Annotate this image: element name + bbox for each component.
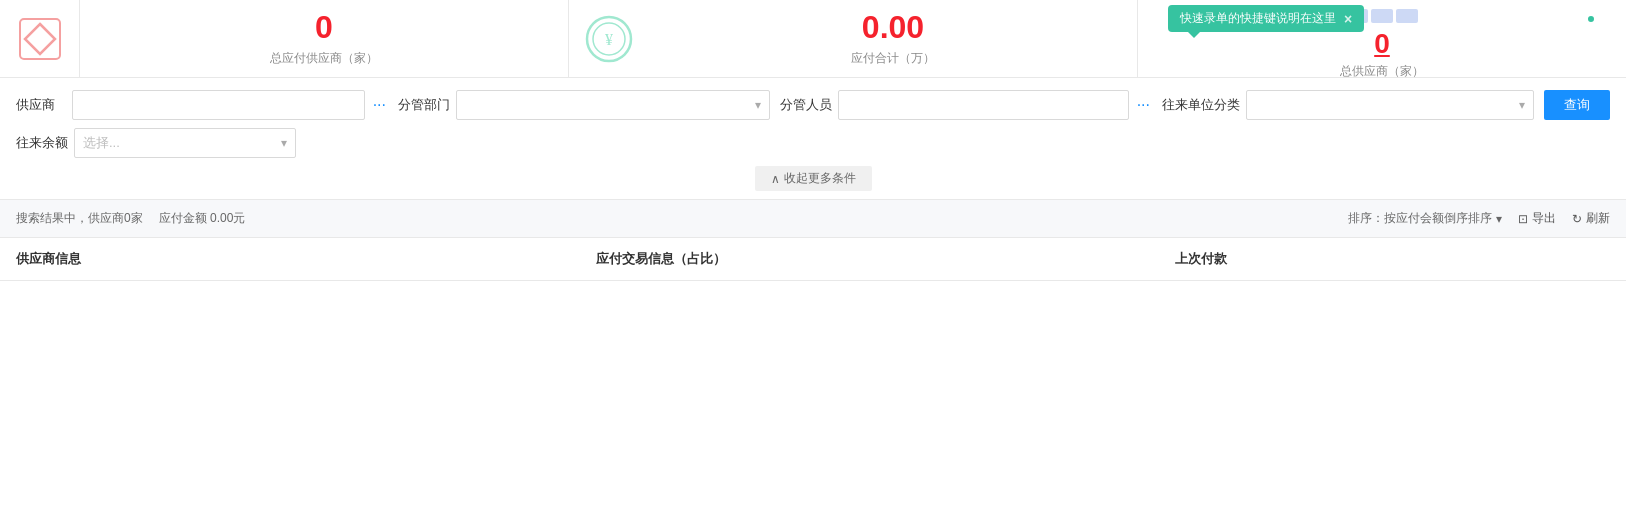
coin-separator: ¥ — [569, 0, 649, 77]
category-label: 往来单位分类 — [1162, 96, 1240, 114]
stats-bar: 0 总应付供应商（家） ¥ 0.00 应付合计（万） 快速录单的快捷键说明在这里… — [0, 0, 1626, 78]
stat-box-2 — [1371, 9, 1393, 23]
balance-select[interactable]: 选择... ▾ — [74, 128, 296, 158]
table-body — [0, 281, 1626, 515]
tooltip-text: 快速录单的快捷键说明在这里 — [1180, 10, 1336, 27]
refresh-button[interactable]: ↻ 刷新 — [1572, 210, 1610, 227]
refresh-label: 刷新 — [1586, 210, 1610, 227]
balance-placeholder: 选择... — [83, 134, 120, 152]
stat-suppliers-label: 总供应商（家） — [1340, 63, 1424, 80]
diamond-logo-icon — [15, 14, 65, 64]
department-chevron-icon: ▾ — [755, 98, 761, 112]
result-summary: 搜索结果中，供应商0家 — [16, 210, 143, 227]
filter-department: 分管部门 ▾ — [398, 90, 770, 120]
svg-marker-1 — [25, 24, 55, 54]
collapse-row: ∧ 收起更多条件 — [16, 166, 1610, 191]
supplier-dots-button[interactable]: ··· — [371, 96, 388, 114]
tooltip-popup: 快速录单的快捷键说明在这里 × — [1168, 5, 1364, 32]
filter-bar: 供应商 ··· 分管部门 ▾ 分管人员 ··· 往来单位分类 ▾ — [0, 78, 1626, 200]
manager-label: 分管人员 — [780, 96, 832, 114]
export-button[interactable]: ⊡ 导出 — [1518, 210, 1556, 227]
filter-row-2: 往来余额 选择... ▾ — [16, 128, 1610, 158]
col-supplier-header: 供应商信息 — [16, 250, 596, 268]
sort-select[interactable]: 排序：按应付会额倒序排序 ▾ — [1348, 210, 1502, 227]
sort-chevron-icon: ▾ — [1496, 212, 1502, 226]
supplier-input[interactable] — [72, 90, 365, 120]
col-payment-header: 上次付款 — [1175, 250, 1610, 268]
table-header: 供应商信息 应付交易信息（占比） 上次付款 — [0, 238, 1626, 281]
stat-payable-label: 总应付供应商（家） — [270, 50, 378, 67]
stat-payable-number: 0 — [315, 10, 333, 45]
manager-dots-button[interactable]: ··· — [1135, 96, 1152, 114]
svg-text:¥: ¥ — [605, 31, 613, 48]
result-amount: 应付金额 0.00元 — [159, 210, 246, 227]
filter-category: 往来单位分类 ▾ — [1162, 90, 1534, 120]
filter-balance: 往来余额 选择... ▾ — [16, 128, 296, 158]
logo-area — [0, 0, 80, 77]
stat-suppliers-number: 0 — [1374, 29, 1390, 60]
result-bar: 搜索结果中，供应商0家 应付金额 0.00元 排序：按应付会额倒序排序 ▾ ⊡ … — [0, 200, 1626, 238]
stat-payable-total: 0.00 应付合计（万） — [649, 0, 1138, 77]
result-actions: 排序：按应付会额倒序排序 ▾ ⊡ 导出 ↻ 刷新 — [1348, 210, 1610, 227]
stat-total-number: 0.00 — [862, 10, 924, 45]
supplier-label: 供应商 — [16, 96, 66, 114]
collapse-label: 收起更多条件 — [784, 170, 856, 187]
tooltip-dot — [1586, 14, 1596, 24]
stat-total-label: 应付合计（万） — [851, 50, 935, 67]
stat-total-payable-suppliers: 0 总应付供应商（家） — [80, 0, 569, 77]
collapse-icon: ∧ — [771, 172, 780, 186]
filter-row-1: 供应商 ··· 分管部门 ▾ 分管人员 ··· 往来单位分类 ▾ — [16, 90, 1610, 120]
category-chevron-icon: ▾ — [1519, 98, 1525, 112]
balance-label: 往来余额 — [16, 134, 68, 152]
tooltip-close-button[interactable]: × — [1344, 11, 1352, 27]
col-transaction-header: 应付交易信息（占比） — [596, 250, 1176, 268]
stat-box-3 — [1396, 9, 1418, 23]
balance-chevron-icon: ▾ — [281, 136, 287, 150]
stat-total-suppliers: 快速录单的快捷键说明在这里 × 0 总供应商（家） — [1138, 0, 1626, 77]
refresh-icon: ↻ — [1572, 212, 1582, 226]
filter-manager: 分管人员 ··· — [780, 90, 1152, 120]
export-label: 导出 — [1532, 210, 1556, 227]
coin-icon: ¥ — [582, 12, 636, 66]
sort-label: 排序：按应付会额倒序排序 — [1348, 210, 1492, 227]
manager-input[interactable] — [838, 90, 1129, 120]
query-button[interactable]: 查询 — [1544, 90, 1610, 120]
filter-supplier: 供应商 ··· — [16, 90, 388, 120]
department-select[interactable]: ▾ — [456, 90, 770, 120]
result-info: 搜索结果中，供应商0家 应付金额 0.00元 — [16, 210, 245, 227]
collapse-button[interactable]: ∧ 收起更多条件 — [755, 166, 872, 191]
department-label: 分管部门 — [398, 96, 450, 114]
export-icon: ⊡ — [1518, 212, 1528, 226]
category-select[interactable]: ▾ — [1246, 90, 1534, 120]
